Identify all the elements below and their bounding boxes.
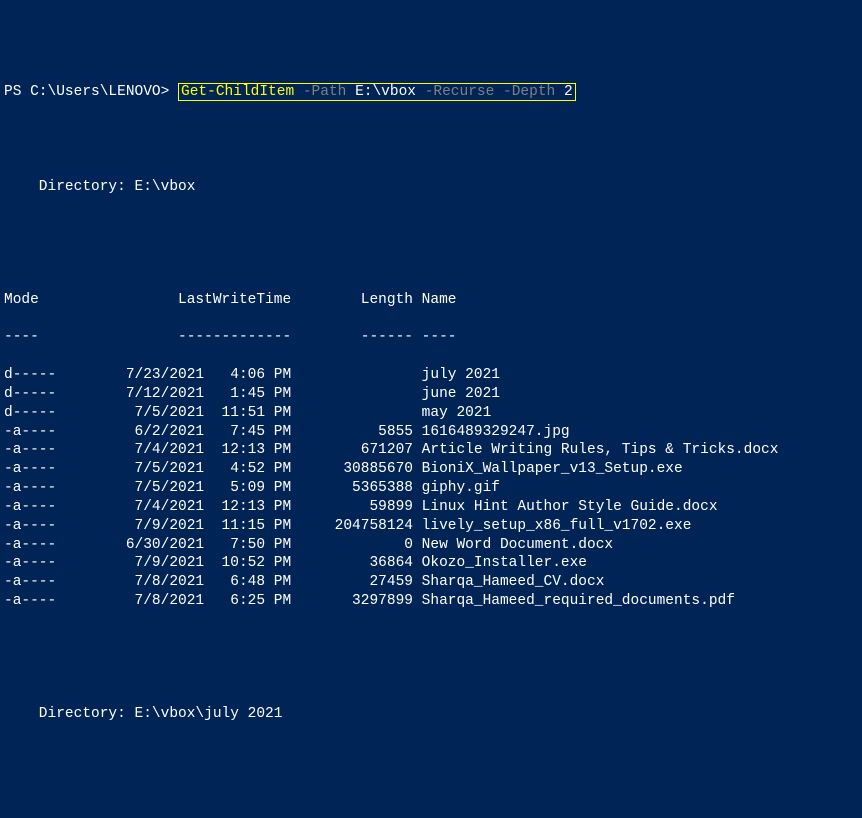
value-depth: 2 <box>564 84 573 100</box>
table-row: -a---- 7/4/2021 12:13 PM 59899 Linux Hin… <box>4 498 858 517</box>
table-row: -a---- 7/4/2021 12:13 PM 671207 Article … <box>4 441 858 460</box>
command-line[interactable]: PS C:\Users\LENOVO> Get-ChildItem -Path … <box>4 83 576 101</box>
prompt-text: PS C:\Users\LENOVO> <box>4 84 169 100</box>
directory-header-1: Directory: E:\vbox <box>4 178 858 197</box>
table-row: d----- 7/12/2021 1:45 PM june 2021 <box>4 385 858 404</box>
blank-line <box>4 630 858 649</box>
param-depth: -Depth <box>503 84 555 100</box>
blank-line <box>4 253 858 272</box>
highlighted-command: Get-ChildItem -Path E:\vbox -Recurse -De… <box>178 83 576 101</box>
cmdlet-name: Get-ChildItem <box>181 84 294 100</box>
table-row: d----- 7/5/2021 11:51 PM may 2021 <box>4 404 858 423</box>
table-row: -a---- 7/5/2021 4:52 PM 30885670 BioniX_… <box>4 460 858 479</box>
directory-header-2: Directory: E:\vbox\july 2021 <box>4 705 858 724</box>
table-row: -a---- 6/30/2021 7:50 PM 0 New Word Docu… <box>4 536 858 555</box>
table-row: d----- 7/23/2021 4:06 PM july 2021 <box>4 366 858 385</box>
table-row: -a---- 6/2/2021 7:45 PM 5855 16164893292… <box>4 423 858 442</box>
blank-line <box>4 140 858 159</box>
param-path: -Path <box>303 84 347 100</box>
table-row: -a---- 7/5/2021 5:09 PM 5365388 giphy.gi… <box>4 479 858 498</box>
table-row: -a---- 7/8/2021 6:48 PM 27459 Sharqa_Ham… <box>4 573 858 592</box>
column-headers: Mode LastWriteTime Length Name <box>4 291 858 310</box>
blank-line <box>4 102 858 121</box>
table-row: -a---- 7/8/2021 6:25 PM 3297899 Sharqa_H… <box>4 592 858 611</box>
param-recurse: -Recurse <box>425 84 495 100</box>
table-row: -a---- 7/9/2021 10:52 PM 36864 Okozo_Ins… <box>4 554 858 573</box>
file-listing: d----- 7/23/2021 4:06 PM july 2021d-----… <box>4 366 858 611</box>
column-separators: ---- ------------- ------ ---- <box>4 328 858 347</box>
blank-line <box>4 215 858 234</box>
blank-line <box>4 668 858 687</box>
value-path: E:\vbox <box>355 84 416 100</box>
